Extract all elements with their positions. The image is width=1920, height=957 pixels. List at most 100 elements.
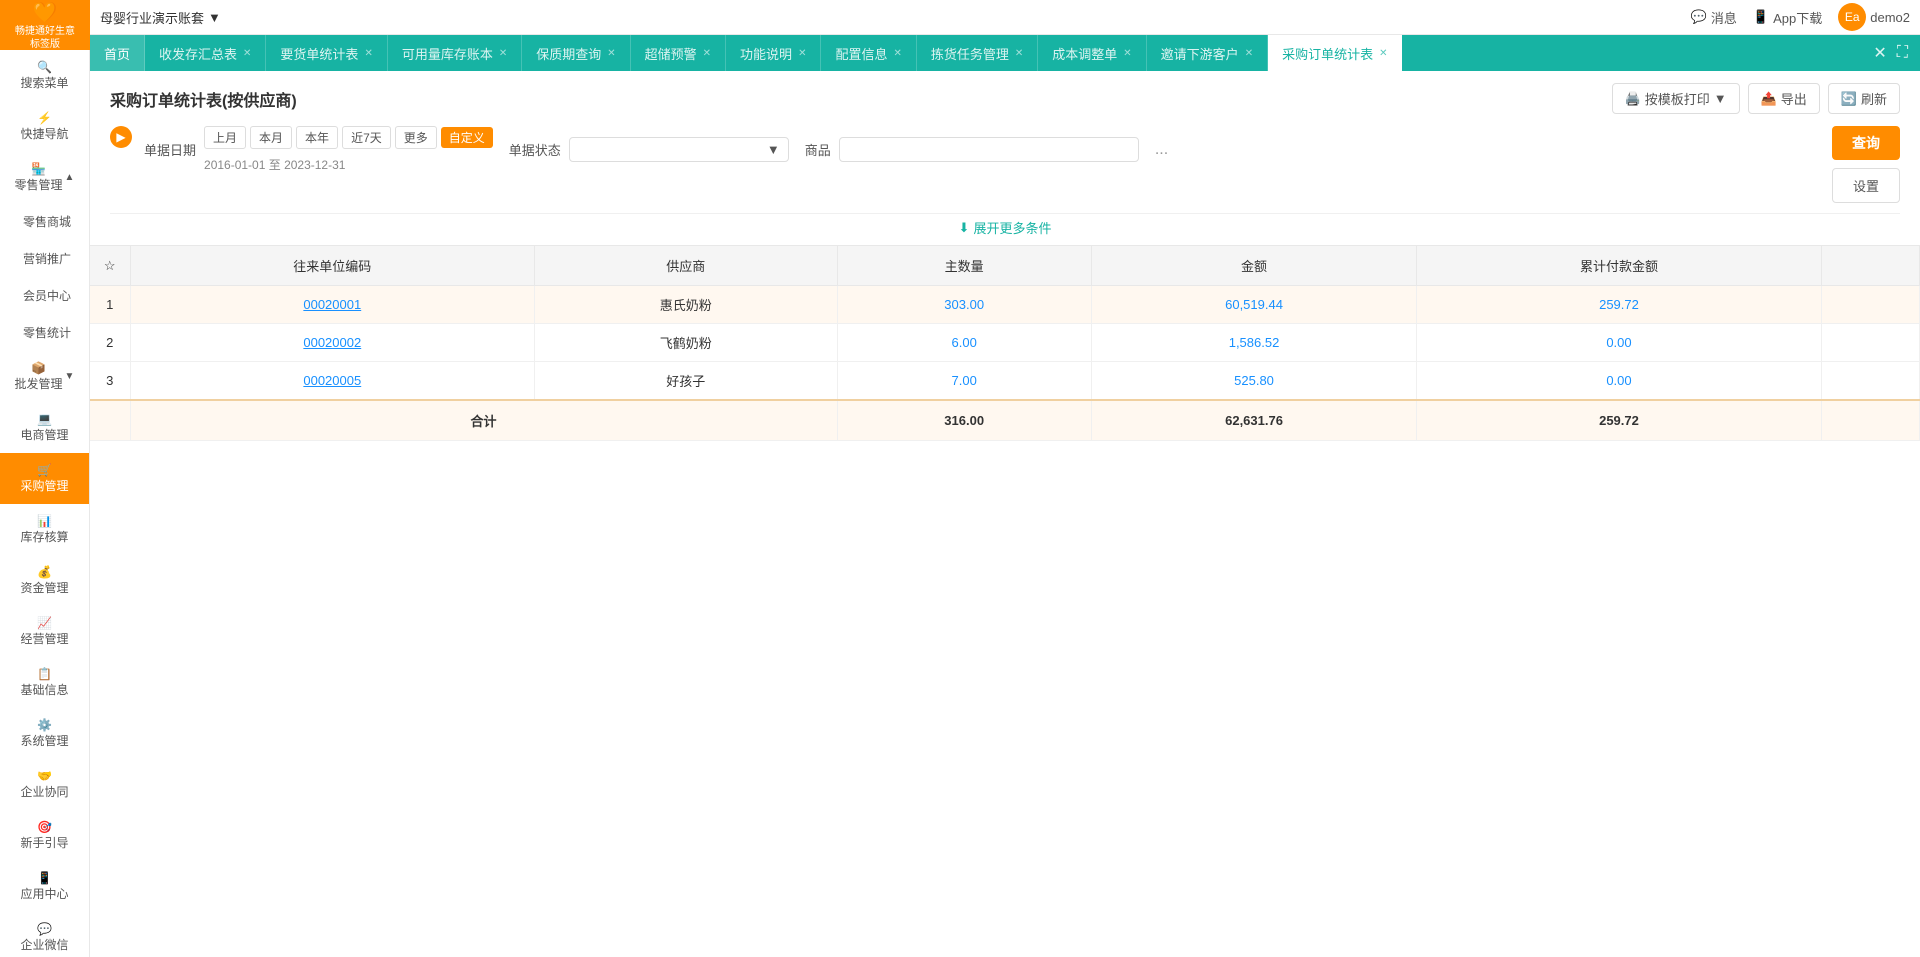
finance-icon: 💰 [5,565,84,579]
goods-input[interactable] [839,137,1139,162]
tab-pick-task-close[interactable]: ✕ [1015,48,1023,59]
footer-paid: 259.72 [1417,400,1822,441]
sidebar-item-basics[interactable]: 📋 基础信息 [0,657,89,708]
inventory-icon: 📊 [5,514,84,528]
expand-down-icon: ⬇ [959,220,970,236]
tab-expiry-query-close[interactable]: ✕ [607,48,615,59]
tab-invite-customer-close[interactable]: ✕ [1245,48,1253,59]
sidebar-item-system[interactable]: ⚙️ 系统管理 [0,708,89,759]
sidebar-item-marketing[interactable]: 营销推广 [0,240,89,277]
tab-overstock-warn[interactable]: 超储预警 ✕ [631,35,726,71]
row-qty[interactable]: 303.00 [837,286,1091,324]
sidebar: 🧡 畅捷通好生意 标签版 🔍 搜索菜单 ⚡ 快捷导航 🏪 零售管理 ▲ 零售商城… [0,0,90,957]
th-code: 往来单位编码 [130,246,535,286]
status-select[interactable]: ▼ [569,137,789,162]
shortcut-prev-month[interactable]: 上月 [204,126,246,149]
print-button[interactable]: 🖨️ 按模板打印 ▼ [1612,83,1740,114]
tab-overstock-warn-close[interactable]: ✕ [703,48,711,59]
filter-bar: ▶ 单据日期 上月 本月 本年 近7天 [110,126,1900,213]
sidebar-item-quicknav[interactable]: ⚡ 快捷导航 [0,101,89,152]
tab-home[interactable]: 首页 [90,35,145,71]
tab-order-stats-close[interactable]: ✕ [364,48,372,59]
tab-stock-summary-label: 收发存汇总表 [159,44,237,63]
tab-purchase-stats[interactable]: 采购订单统计表 ✕ [1268,35,1402,71]
tab-purchase-stats-close[interactable]: ✕ [1379,48,1387,59]
sidebar-item-collab[interactable]: 🤝 企业协同 [0,759,89,810]
sidebar-item-member[interactable]: 会员中心 [0,277,89,314]
shortcut-more[interactable]: 更多 [395,126,437,149]
tab-expand-button[interactable]: ⛶ [1893,40,1912,66]
row-amount[interactable]: 1,586.52 [1091,324,1416,362]
sidebar-item-ecommerce[interactable]: 💻 电商管理 [0,402,89,453]
sidebar-item-wholesale[interactable]: 📦 批发管理 ▼ [0,351,89,402]
shortcut-cur-year[interactable]: 本年 [296,126,338,149]
message-button[interactable]: 💬 消息 [1691,8,1737,27]
row-extra [1821,362,1919,401]
export-icon: 📤 [1761,91,1777,107]
table-body: 1 00020001 惠氏奶粉 303.00 60,519.44 259.72 … [90,286,1920,401]
tab-pick-task[interactable]: 拣货任务管理 ✕ [917,35,1038,71]
sidebar-item-retail-stats[interactable]: 零售统计 [0,314,89,351]
tab-stock-summary-close[interactable]: ✕ [243,48,251,59]
sidebar-item-retail-shop[interactable]: 零售商城 [0,203,89,240]
tab-inventory-book-label: 可用量库存账本 [402,44,493,63]
org-selector[interactable]: 母婴行业演示账套 ▼ [100,8,221,27]
download-icon: 📱 [1753,9,1769,25]
sidebar-item-guide[interactable]: 🎯 新手引导 [0,810,89,861]
sidebar-item-inventory[interactable]: 📊 库存核算 [0,504,89,555]
th-checkbox[interactable]: ☆ [90,246,130,286]
row-amount[interactable]: 60,519.44 [1091,286,1416,324]
quicknav-icon: ⚡ [5,111,84,125]
system-icon: ⚙️ [5,718,84,732]
app-download-button[interactable]: 📱 App下载 [1753,8,1822,27]
tab-invite-customer[interactable]: 邀请下游客户 ✕ [1147,35,1268,71]
sidebar-item-finance[interactable]: 💰 资金管理 [0,555,89,606]
tab-order-stats[interactable]: 要货单统计表 ✕ [266,35,387,71]
row-qty[interactable]: 7.00 [837,362,1091,401]
tab-expiry-query[interactable]: 保质期查询 ✕ [522,35,630,71]
topbar: 母婴行业演示账套 ▼ 💬 消息 📱 App下载 Ea demo2 [90,0,1920,35]
tab-inventory-book[interactable]: 可用量库存账本 ✕ [388,35,522,71]
sidebar-item-purchase[interactable]: 🛒 采购管理 [0,453,89,504]
tab-purchase-stats-label: 采购订单统计表 [1282,44,1373,63]
custom-date-badge[interactable]: 自定义 [441,127,493,148]
row-code[interactable]: 00020005 [130,362,535,401]
refresh-button[interactable]: 🔄 刷新 [1828,83,1900,114]
tab-cost-adjust[interactable]: 成本调整单 ✕ [1038,35,1146,71]
row-paid[interactable]: 0.00 [1417,362,1822,401]
row-paid[interactable]: 0.00 [1417,324,1822,362]
tab-inventory-book-close[interactable]: ✕ [499,48,507,59]
row-code[interactable]: 00020002 [130,324,535,362]
row-code[interactable]: 00020001 [130,286,535,324]
goods-more-icon[interactable]: ... [1147,137,1176,163]
sidebar-item-operations[interactable]: 📈 经营管理 [0,606,89,657]
refresh-icon: 🔄 [1841,91,1857,107]
export-button[interactable]: 📤 导出 [1748,83,1820,114]
sidebar-item-search[interactable]: 🔍 搜索菜单 [0,50,89,101]
tab-config-info[interactable]: 配置信息 ✕ [821,35,916,71]
wholesale-icon: 📦 [15,361,63,375]
row-paid[interactable]: 259.72 [1417,286,1822,324]
tab-stock-summary[interactable]: 收发存汇总表 ✕ [145,35,266,71]
tab-close-all-button[interactable]: ✕ [1869,39,1890,67]
row-qty[interactable]: 6.00 [837,324,1091,362]
expand-more-button[interactable]: ⬇ 展开更多条件 [959,218,1052,237]
user-name: demo2 [1870,10,1910,25]
th-amount: 金额 [1091,246,1416,286]
sidebar-item-retail[interactable]: 🏪 零售管理 ▲ [0,152,89,203]
app-logo: 🧡 畅捷通好生意 标签版 [0,0,90,50]
setting-button[interactable]: 设置 [1832,168,1900,203]
shortcut-7days[interactable]: 近7天 [342,126,391,149]
query-button[interactable]: 查询 [1832,126,1900,160]
tab-cost-adjust-close[interactable]: ✕ [1123,48,1131,59]
tab-config-info-close[interactable]: ✕ [893,48,901,59]
sidebar-item-wechat[interactable]: 💬 企业微信 [0,912,89,957]
tab-function-desc[interactable]: 功能说明 ✕ [726,35,821,71]
row-num: 1 [90,286,130,324]
shortcut-cur-month[interactable]: 本月 [250,126,292,149]
user-profile[interactable]: Ea demo2 [1838,3,1910,31]
tab-function-desc-close[interactable]: ✕ [798,48,806,59]
row-amount[interactable]: 525.80 [1091,362,1416,401]
filter-toggle-button[interactable]: ▶ [110,126,132,148]
sidebar-item-appcenter[interactable]: 📱 应用中心 [0,861,89,912]
